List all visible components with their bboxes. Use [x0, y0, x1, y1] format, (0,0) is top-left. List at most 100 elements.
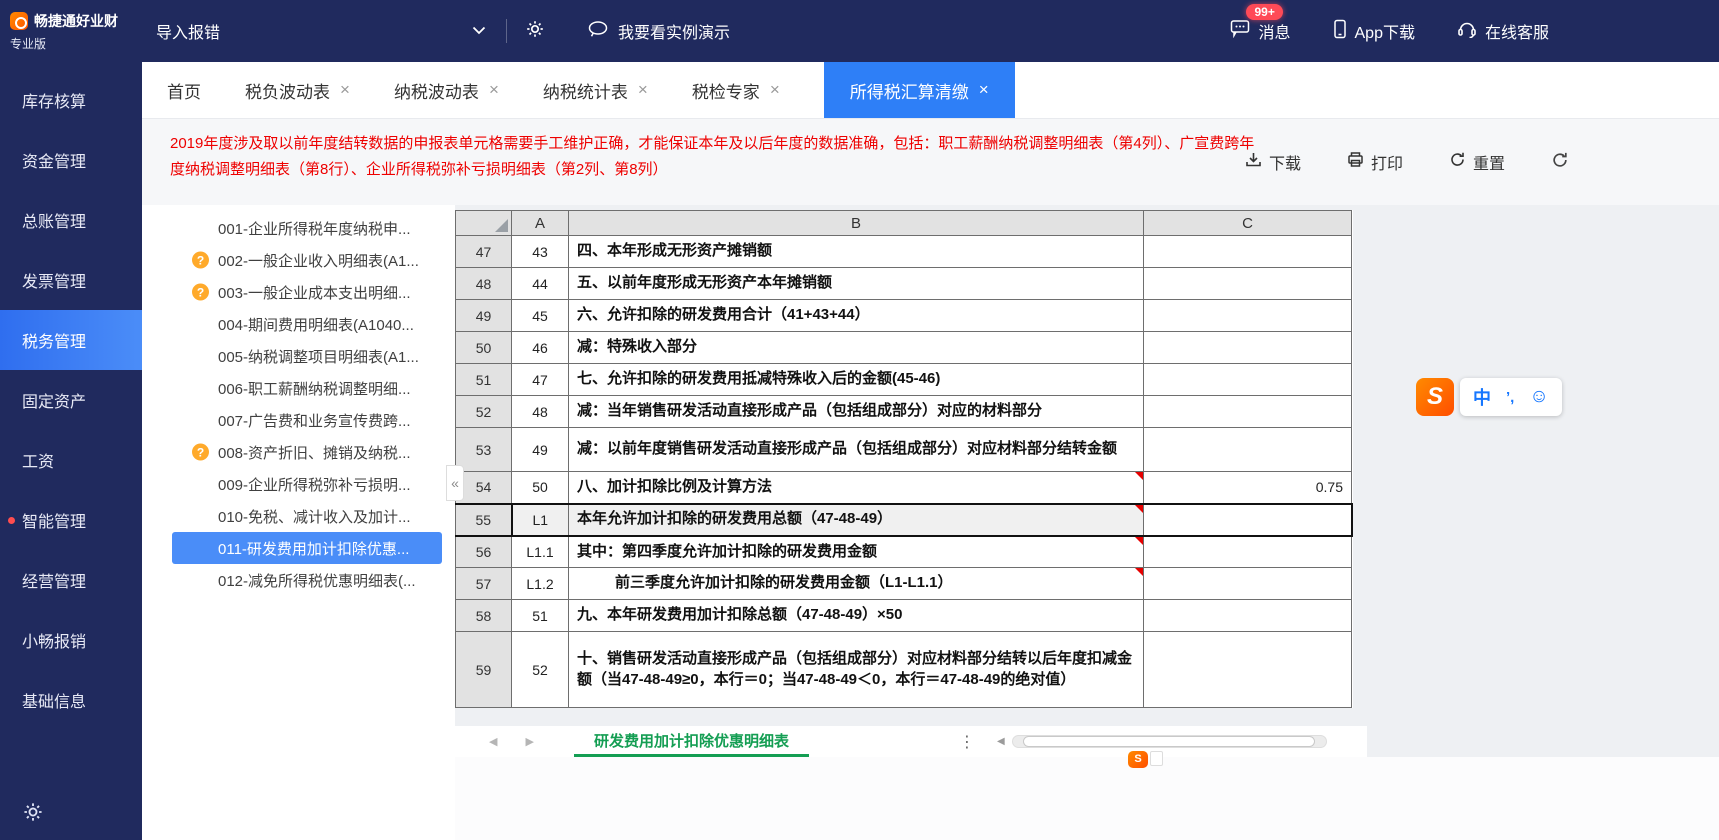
corner-cell[interactable] — [455, 210, 512, 236]
cell-c[interactable] — [1143, 535, 1352, 568]
sidebar-item-smart-management[interactable]: 智能管理 — [0, 490, 142, 550]
form-item-009[interactable]: 009-企业所得税弥补亏损明... — [142, 468, 455, 500]
form-item-002[interactable]: ? 002-一般企业收入明细表(A1... — [142, 244, 455, 276]
row-header-cell[interactable]: 57 — [455, 567, 512, 600]
sidebar-item-general-ledger[interactable]: 总账管理 — [0, 190, 142, 250]
cell-c[interactable] — [1143, 267, 1352, 300]
form-item-007[interactable]: 007-广告费和业务宣传费跨... — [142, 404, 455, 436]
demo-link[interactable]: 我要看实例演示 — [587, 19, 730, 43]
ime-mini-floater[interactable]: S — [1128, 751, 1163, 768]
close-icon[interactable]: × — [340, 80, 350, 100]
cell-b[interactable]: 四、本年形成无形资产摊销额 — [568, 235, 1144, 268]
settings-button[interactable] — [525, 19, 545, 44]
cell-c[interactable] — [1143, 363, 1352, 396]
form-item-008[interactable]: ? 008-资产折旧、摊销及纳税... — [142, 436, 455, 468]
messages-button[interactable]: 99+ 消息 — [1230, 4, 1291, 43]
help-icon[interactable]: ? — [192, 443, 209, 461]
close-icon[interactable]: × — [489, 80, 499, 100]
row-header-cell[interactable]: 48 — [455, 267, 512, 300]
ime-logo-icon[interactable]: S — [1416, 378, 1454, 416]
tab-taxpay-fluctuation[interactable]: 纳税波动表 × — [394, 62, 499, 118]
row-header-cell[interactable]: 58 — [455, 599, 512, 632]
tab-tax-burden-fluctuation[interactable]: 税负波动表 × — [245, 62, 350, 118]
sidebar-settings-button[interactable] — [22, 801, 44, 828]
sidebar-item-invoice[interactable]: 发票管理 — [0, 250, 142, 310]
form-item-012[interactable]: 012-减免所得税优惠明细表(... — [142, 564, 455, 596]
cell-b[interactable]: 减：以前年度销售研发活动直接形成产品（包括组成部分）对应材料部分结转金额 — [568, 427, 1144, 472]
app-download-button[interactable]: App下载 — [1333, 19, 1415, 44]
cell-b[interactable]: 七、允许扣除的研发费用抵减特殊收入后的金额(45-46) — [568, 363, 1144, 396]
ime-mode-chinese[interactable]: 中 — [1473, 384, 1491, 410]
download-button[interactable]: 下载 — [1245, 150, 1301, 174]
form-item-011-selected[interactable]: 011-研发费用加计扣除优惠... — [172, 532, 442, 564]
tab-home[interactable]: 首页 — [167, 62, 201, 118]
sidebar-item-payroll[interactable]: 工资 — [0, 430, 142, 490]
cell-a[interactable]: 49 — [511, 427, 569, 472]
row-header-cell[interactable]: 56 — [455, 535, 512, 568]
form-item-001[interactable]: 001-企业所得税年度纳税申... — [142, 212, 455, 244]
sidebar-item-tax[interactable]: 税务管理 — [0, 310, 142, 370]
cell-c[interactable] — [1143, 502, 1353, 537]
form-item-010[interactable]: 010-免税、减计收入及加计... — [142, 500, 455, 532]
sidebar-item-funds[interactable]: 资金管理 — [0, 130, 142, 190]
cell-c-value[interactable]: 0.75 — [1143, 471, 1352, 504]
cell-b[interactable]: 六、允许扣除的研发费用合计（41+43+44） — [568, 299, 1144, 332]
cell-b-flagged[interactable]: 其中：第四季度允许加计扣除的研发费用金额 — [568, 535, 1144, 568]
tab-tax-expert[interactable]: 税检专家 × — [692, 62, 780, 118]
cell-a[interactable]: 48 — [511, 395, 569, 428]
cell-a[interactable]: 50 — [511, 471, 569, 504]
scroll-left-icon[interactable]: ◀ — [997, 736, 1005, 747]
cell-c[interactable] — [1143, 567, 1352, 600]
tab-income-tax-settlement[interactable]: 所得税汇算清缴 × — [823, 62, 1015, 118]
cell-a[interactable]: 47 — [511, 363, 569, 396]
cell-a[interactable]: L1.1 — [511, 535, 569, 568]
row-header-cell[interactable]: 52 — [455, 395, 512, 428]
cell-c[interactable] — [1143, 235, 1352, 268]
cell-a[interactable]: L1 — [510, 502, 569, 537]
cell-a[interactable]: 45 — [511, 299, 569, 332]
scrollbar-track[interactable] — [1011, 735, 1327, 748]
customer-service-button[interactable]: 在线客服 — [1457, 19, 1549, 43]
row-header-cell[interactable]: 49 — [455, 299, 512, 332]
cell-b[interactable]: 减：当年销售研发活动直接形成产品（包括组成部分）对应的材料部分 — [568, 395, 1144, 428]
close-icon[interactable]: × — [770, 80, 780, 100]
cell-a[interactable]: 51 — [511, 599, 569, 632]
row-header-cell[interactable]: 47 — [455, 235, 512, 268]
form-item-003[interactable]: ? 003-一般企业成本支出明细... — [142, 276, 455, 308]
print-button[interactable]: 打印 — [1347, 150, 1403, 174]
cell-a[interactable]: L1.2 — [511, 567, 569, 600]
sheet-nav-left-icon[interactable]: ◀ — [489, 735, 497, 748]
reset-button[interactable]: 重置 — [1449, 150, 1505, 174]
cell-a[interactable]: 43 — [511, 235, 569, 268]
scrollbar-thumb[interactable] — [1022, 736, 1315, 747]
ime-emoji-icon[interactable]: ☺ — [1529, 386, 1548, 408]
column-header-b[interactable]: B — [568, 210, 1144, 236]
cell-b[interactable]: 十、销售研发活动直接形成产品（包括组成部分）对应材料部分结转以后年度扣减金额（当… — [568, 631, 1144, 708]
cell-b-flagged[interactable]: 本年允许加计扣除的研发费用总额（47-48-49） — [568, 502, 1144, 537]
cell-b-flagged[interactable]: 前三季度允许加计扣除的研发费用金额（L1-L1.1） — [568, 567, 1144, 600]
collapse-panel-button[interactable]: « — [446, 465, 464, 501]
cell-c[interactable] — [1143, 631, 1352, 708]
form-item-004[interactable]: 004-期间费用明细表(A1040... — [142, 308, 455, 340]
sidebar-item-expense[interactable]: 小畅报销 — [0, 610, 142, 670]
sidebar-item-inventory[interactable]: 库存核算 — [0, 70, 142, 130]
row-header-cell[interactable]: 53 — [455, 427, 512, 472]
close-icon[interactable]: × — [638, 80, 648, 100]
form-item-006[interactable]: 006-职工薪酬纳税调整明细... — [142, 372, 455, 404]
help-icon[interactable]: ? — [192, 283, 209, 301]
import-errors-dropdown[interactable]: 导入报错 — [156, 19, 486, 43]
cell-b[interactable]: 五、以前年度形成无形资产本年摊销额 — [568, 267, 1144, 300]
more-dots-icon[interactable]: ⋮ — [959, 732, 975, 752]
cell-b[interactable]: 减：特殊收入部分 — [568, 331, 1144, 364]
form-item-005[interactable]: 005-纳税调整项目明细表(A1... — [142, 340, 455, 372]
sidebar-item-base-info[interactable]: 基础信息 — [0, 670, 142, 730]
row-header-cell[interactable]: 51 — [455, 363, 512, 396]
column-header-c[interactable]: C — [1143, 210, 1352, 236]
cell-c[interactable] — [1143, 331, 1352, 364]
close-icon[interactable]: × — [979, 80, 989, 100]
sidebar-item-business-management[interactable]: 经营管理 — [0, 550, 142, 610]
row-header-cell[interactable]: 55 — [455, 502, 512, 537]
cell-b[interactable]: 九、本年研发费用加计扣除总额（47-48-49）×50 — [568, 599, 1144, 632]
row-header-cell[interactable]: 50 — [455, 331, 512, 364]
cell-c[interactable] — [1143, 299, 1352, 332]
